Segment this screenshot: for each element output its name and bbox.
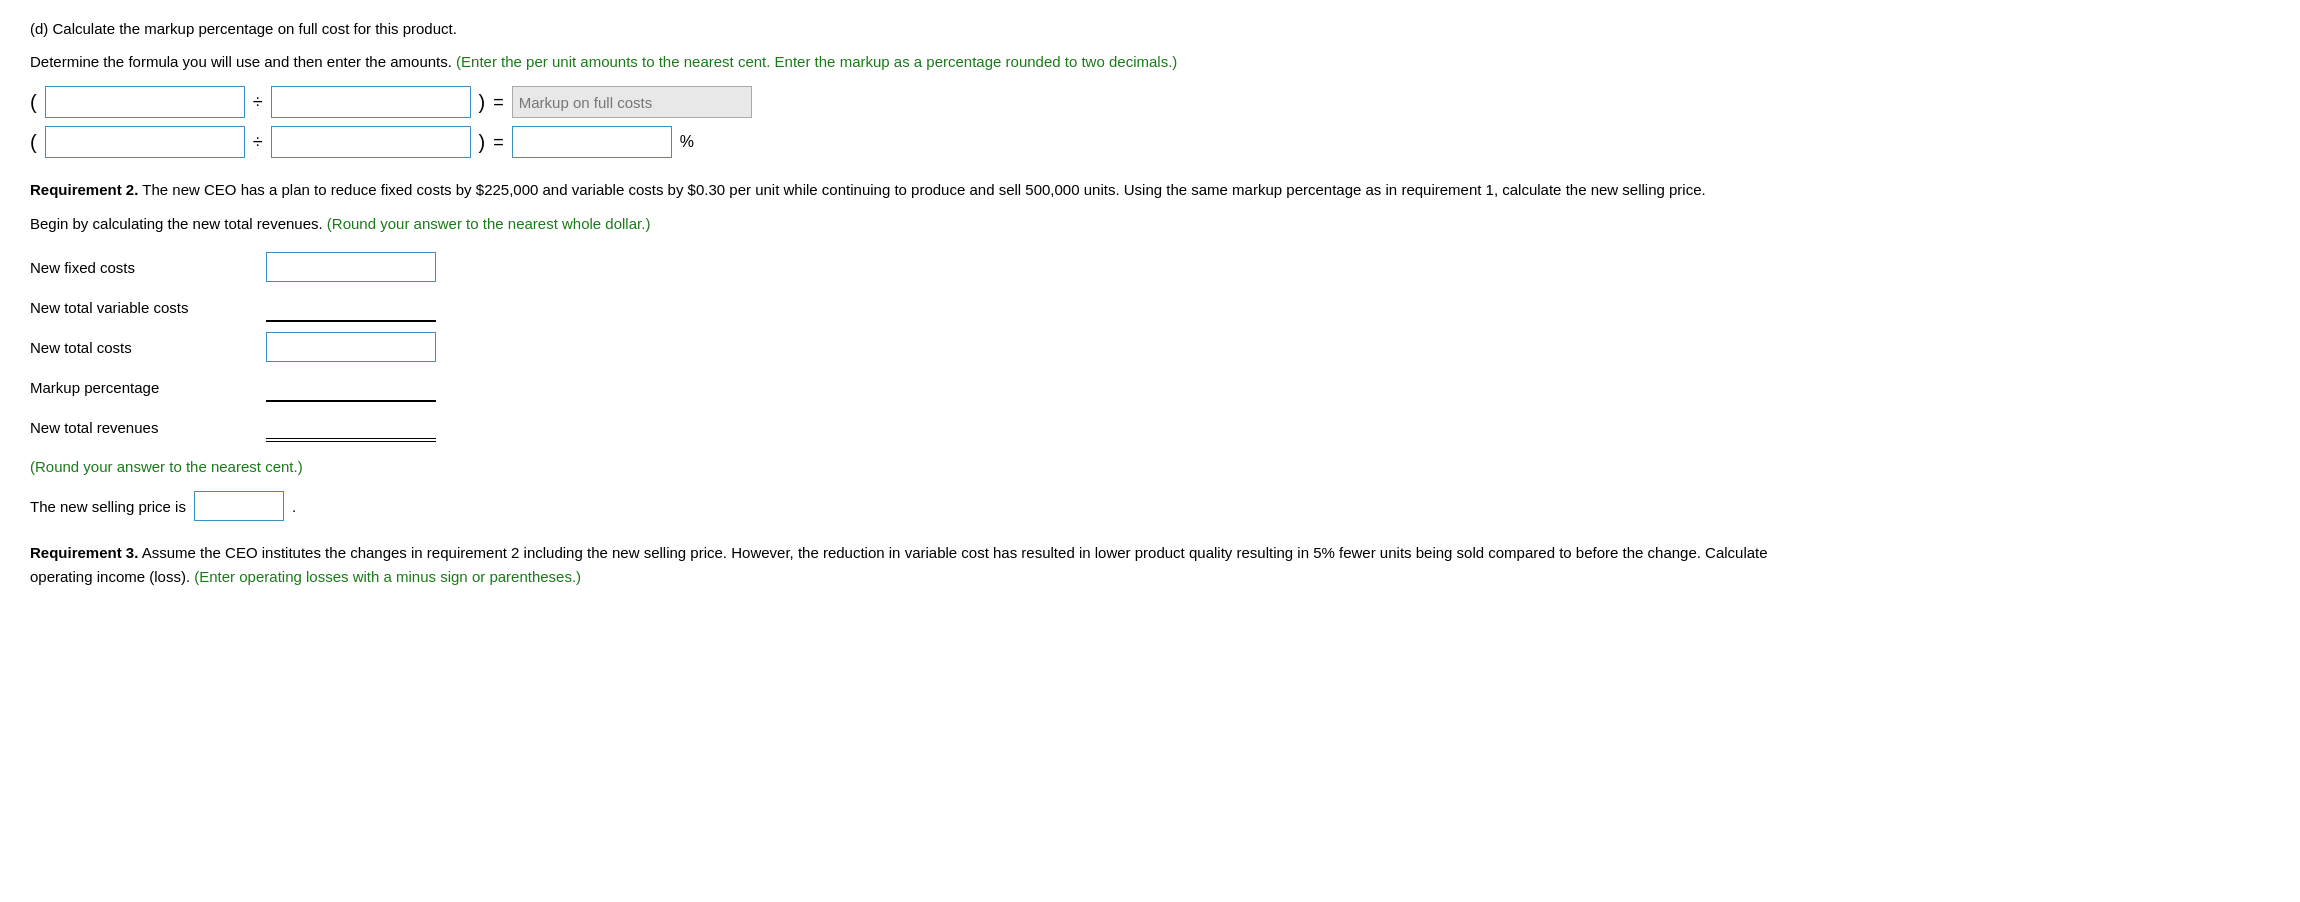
new-total-costs-input[interactable] xyxy=(266,332,436,362)
selling-price-end: . xyxy=(292,498,296,515)
formula-result-1[interactable] xyxy=(512,86,752,118)
new-total-costs-row: New total costs xyxy=(30,332,2270,362)
formula-input-2b[interactable] xyxy=(271,126,471,158)
equals-2: = xyxy=(493,132,504,153)
instruction-text: Determine the formula you will use and t… xyxy=(30,53,2270,70)
operator-2: ÷ xyxy=(253,132,263,153)
operator-1: ÷ xyxy=(253,92,263,113)
markup-percentage-row: Markup percentage xyxy=(30,372,2270,402)
formula-row-1: ( ÷ ) = xyxy=(30,86,2270,118)
formula-input-2a[interactable] xyxy=(45,126,245,158)
req2-label: Requirement 2. xyxy=(30,181,138,198)
req3-label: Requirement 3. xyxy=(30,544,138,561)
selling-price-label: The new selling price is xyxy=(30,498,186,515)
formula-input-1a[interactable] xyxy=(45,86,245,118)
new-fixed-costs-label: New fixed costs xyxy=(30,259,250,276)
new-total-revenues-input[interactable] xyxy=(266,412,436,442)
req2-begin: Begin by calculating the new total reven… xyxy=(30,212,1830,236)
req2-begin-green: (Round your answer to the nearest whole … xyxy=(327,215,651,232)
formula-row-2: ( ÷ ) = % xyxy=(30,126,2270,158)
equals-1: = xyxy=(493,92,504,113)
paren-close-1: ) xyxy=(479,91,486,114)
instruction-green: (Enter the per unit amounts to the neare… xyxy=(456,53,1177,70)
new-total-variable-costs-input[interactable] xyxy=(266,292,436,322)
new-fixed-costs-input[interactable] xyxy=(266,252,436,282)
markup-percentage-label: Markup percentage xyxy=(30,379,250,396)
paren-close-2: ) xyxy=(479,131,486,154)
new-total-revenues-row: New total revenues xyxy=(30,412,2270,442)
markup-percentage-input[interactable] xyxy=(266,372,436,402)
new-total-revenues-label: New total revenues xyxy=(30,419,250,436)
selling-price-input[interactable] xyxy=(194,491,284,521)
requirement3-text: Requirement 3. Assume the CEO institutes… xyxy=(30,541,1830,589)
req2-body: The new CEO has a plan to reduce fixed c… xyxy=(142,181,1705,198)
requirement2-text: Requirement 2. The new CEO has a plan to… xyxy=(30,178,1830,202)
new-total-variable-costs-label: New total variable costs xyxy=(30,299,250,316)
new-total-variable-costs-row: New total variable costs xyxy=(30,292,2270,322)
formula-result-2[interactable] xyxy=(512,126,672,158)
paren-open-1: ( xyxy=(30,91,37,114)
formula-input-1b[interactable] xyxy=(271,86,471,118)
new-fixed-costs-row: New fixed costs xyxy=(30,252,2270,282)
percent-sign: % xyxy=(680,133,694,151)
paren-open-2: ( xyxy=(30,131,37,154)
selling-price-row: The new selling price is . xyxy=(30,491,2270,521)
new-total-costs-label: New total costs xyxy=(30,339,250,356)
page-title: (d) Calculate the markup percentage on f… xyxy=(30,20,2270,37)
round-note: (Round your answer to the nearest cent.) xyxy=(30,458,2270,475)
req3-green: (Enter operating losses with a minus sig… xyxy=(194,568,581,585)
